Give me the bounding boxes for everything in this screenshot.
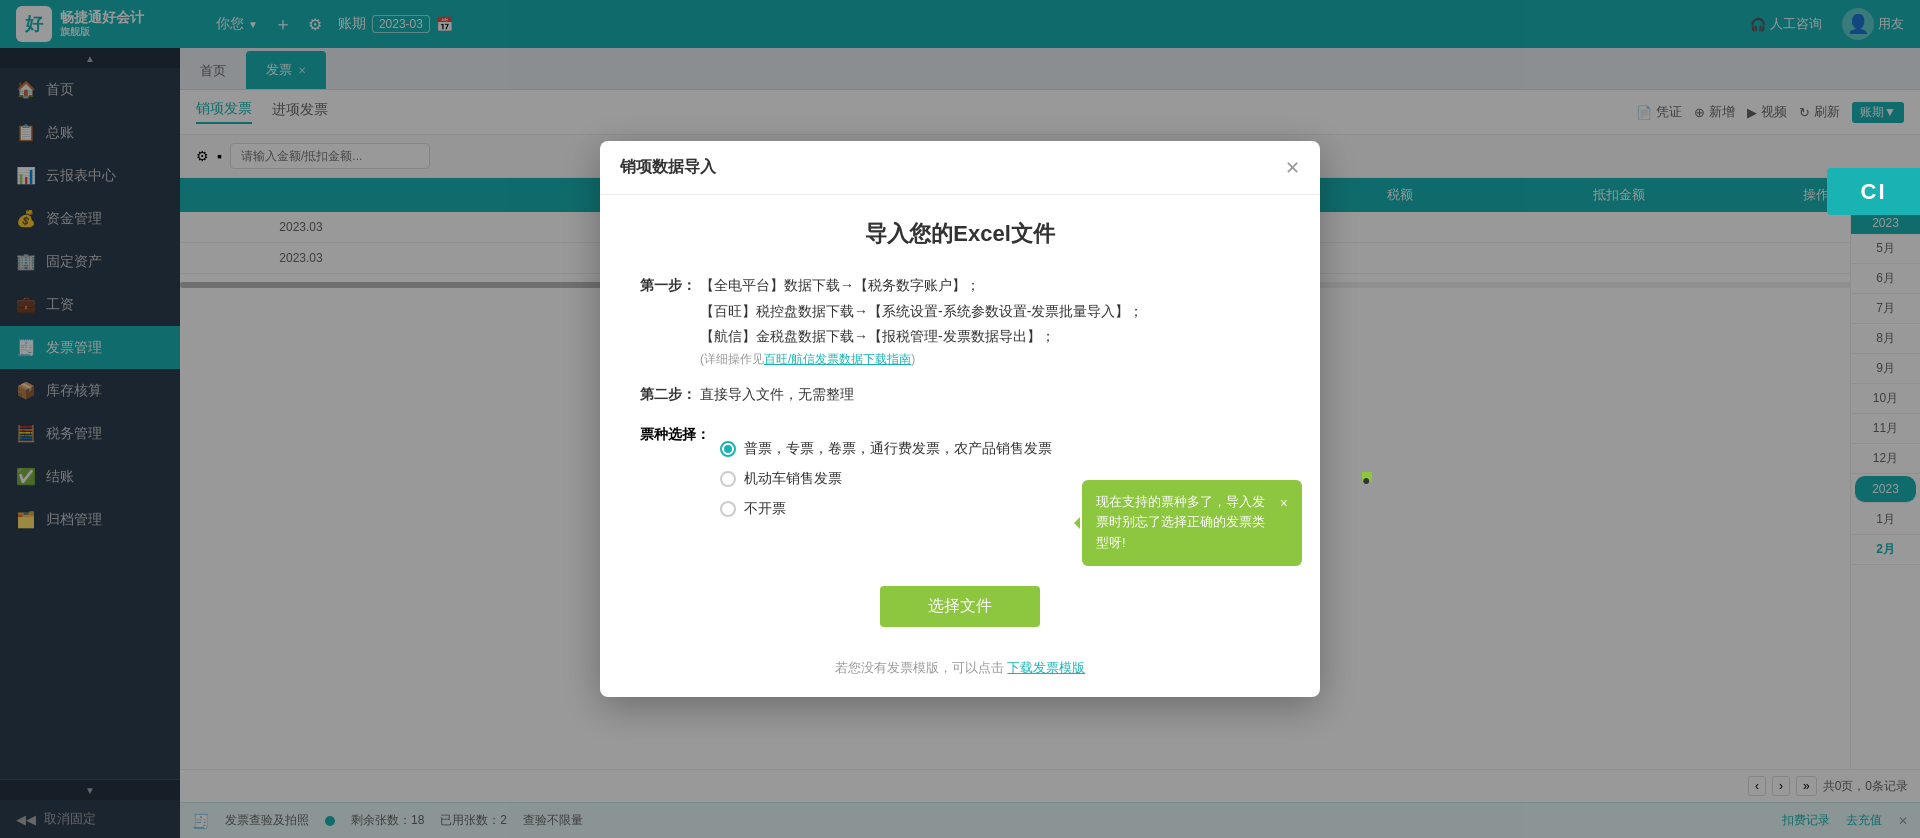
tooltip-text: 现在支持的票种多了，导入发票时别忘了选择正确的发票类型呀!	[1096, 494, 1265, 551]
dialog-main-title: 导入您的Excel文件	[640, 219, 1280, 249]
dialog-body: 导入您的Excel文件 第一步： 【全电平台】数据下载→【税务数字账户】； 【百…	[600, 195, 1320, 585]
step1-line3: 【航信】金税盘数据下载→【报税管理-发票数据导出】；	[700, 324, 1280, 349]
bottom-note-prefix: 若您没有发票模版，可以点击	[835, 660, 1004, 675]
radio-no-ticket-label: 不开票	[744, 500, 786, 518]
radio-group: 普票，专票，卷票，通行费发票，农产品销售发票 机动车销售发票 ● × 现在支持的…	[720, 440, 1052, 530]
import-dialog: 销项数据导入 ✕ 导入您的Excel文件 第一步： 【全电平台】数据下载→【税务…	[600, 141, 1320, 696]
tooltip-box: × 现在支持的票种多了，导入发票时别忘了选择正确的发票类型呀!	[1082, 480, 1302, 566]
step2-row: 第二步： 直接导入文件，无需整理	[640, 382, 1280, 407]
download-template-link[interactable]: 下载发票模版	[1007, 660, 1085, 675]
step1-label: 第一步：	[640, 273, 700, 370]
step1-note-end: )	[911, 352, 915, 366]
radio-no-ticket-circle	[720, 501, 736, 517]
step1-guide-link[interactable]: 百旺/航信发票数据下载指南	[764, 352, 911, 366]
radio-normal[interactable]: 普票，专票，卷票，通行费发票，农产品销售发票	[720, 440, 1052, 458]
ci-badge: CI	[1827, 168, 1920, 215]
dialog-footer: 选择文件	[600, 586, 1320, 647]
radio-normal-dot	[724, 445, 732, 453]
select-file-button[interactable]: 选择文件	[880, 586, 1040, 627]
radio-vehicle-label: 机动车销售发票	[744, 470, 842, 488]
step1-note-prefix: (详细操作见	[700, 352, 764, 366]
radio-vehicle[interactable]: 机动车销售发票 ● × 现在支持的票种多了，导入发票时别忘了选择正确的发票类型呀…	[720, 470, 1052, 488]
tooltip-connector-dot: ●	[1362, 472, 1372, 482]
dialog-close-button[interactable]: ✕	[1285, 159, 1300, 177]
tooltip-close-btn[interactable]: ×	[1280, 492, 1288, 514]
step2-text: 直接导入文件，无需整理	[700, 382, 1280, 407]
dialog-bottom-note: 若您没有发票模版，可以点击 下载发票模版	[600, 647, 1320, 697]
step1-line1: 【全电平台】数据下载→【税务数字账户】；	[700, 273, 1280, 298]
radio-vehicle-circle	[720, 471, 736, 487]
ticket-section: 票种选择： 普票，专票，卷票，通行费发票，农产品销售发票 机动车销售发票 ●	[640, 424, 1280, 546]
dialog-title: 销项数据导入	[620, 157, 716, 178]
step2-label: 第二步：	[640, 382, 700, 407]
radio-normal-label: 普票，专票，卷票，通行费发票，农产品销售发票	[744, 440, 1052, 458]
radio-no-ticket[interactable]: 不开票	[720, 500, 1052, 518]
step1-content: 【全电平台】数据下载→【税务数字账户】； 【百旺】税控盘数据下载→【系统设置-系…	[700, 273, 1280, 370]
radio-normal-circle	[720, 441, 736, 457]
dialog-header: 销项数据导入 ✕	[600, 141, 1320, 195]
ticket-label: 票种选择：	[640, 424, 720, 444]
step1-row: 第一步： 【全电平台】数据下载→【税务数字账户】； 【百旺】税控盘数据下载→【系…	[640, 273, 1280, 370]
modal-overlay: 销项数据导入 ✕ 导入您的Excel文件 第一步： 【全电平台】数据下载→【税务…	[0, 0, 1920, 838]
step1-line2: 【百旺】税控盘数据下载→【系统设置-系统参数设置-发票批量导入】；	[700, 299, 1280, 324]
step1-note: (详细操作见百旺/航信发票数据下载指南)	[700, 349, 1280, 371]
